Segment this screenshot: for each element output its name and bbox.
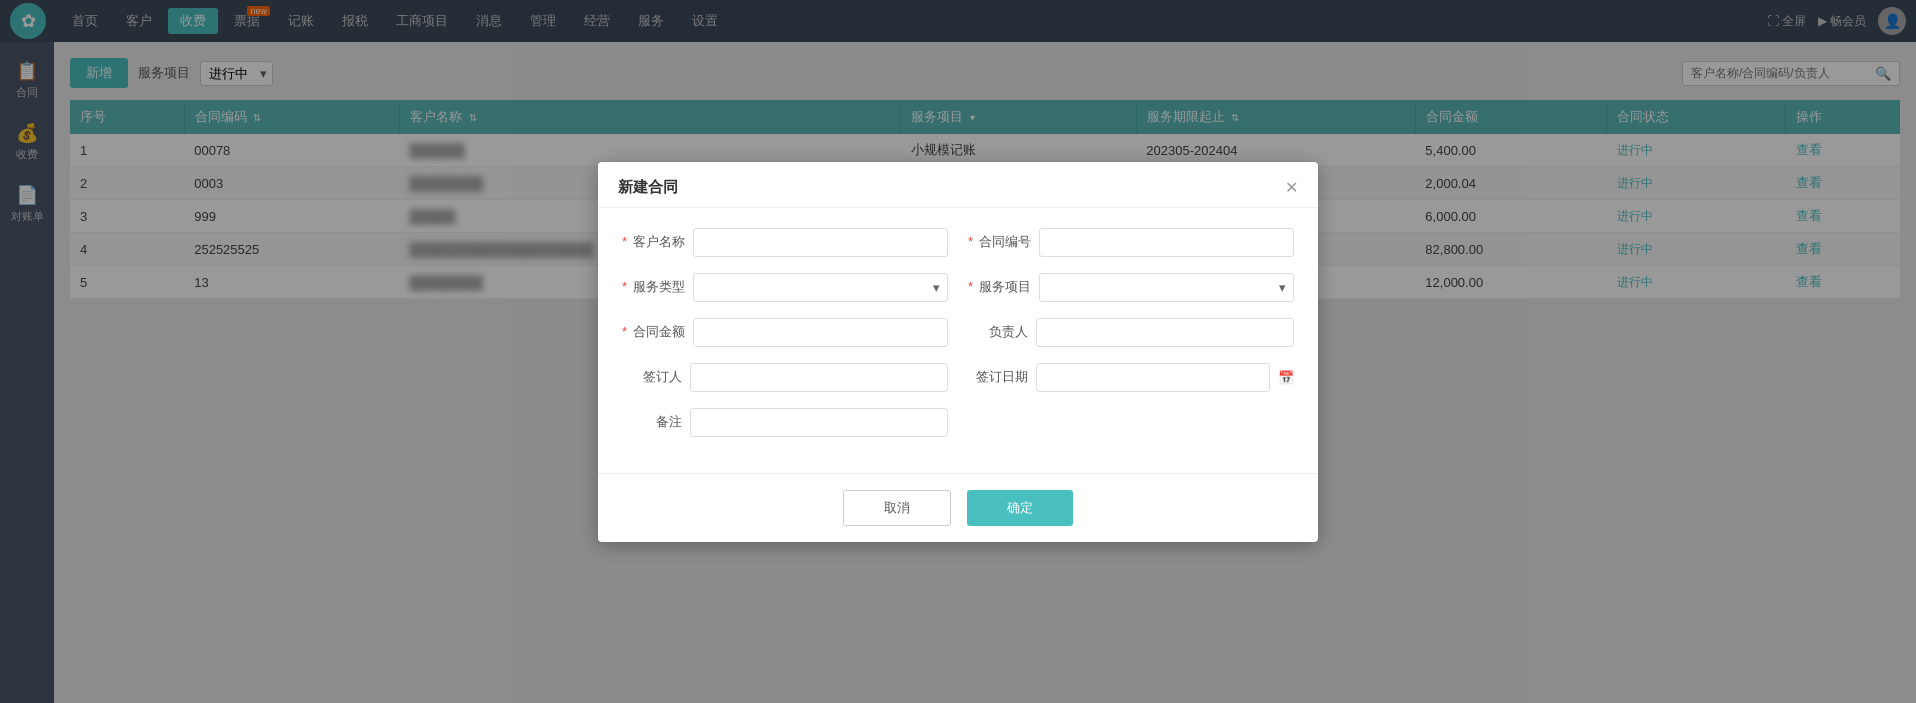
service-item-select-wrapper [1039,273,1294,302]
amount-input[interactable]: 0.00 [693,318,948,347]
form-row-5: 备注 [622,408,1294,437]
form-row-3: * 合同金额 0.00 负责人 [622,318,1294,347]
form-row-4: 签订人 签订日期 2023-06-06 📅 [622,363,1294,392]
sign-date-label: 签订日期 [968,368,1028,386]
new-contract-modal: 新建合同 ✕ * 客户名称 * 合同编号 [598,162,1318,542]
contract-no-input[interactable] [1039,228,1294,257]
field-contract-no: * 合同编号 [968,228,1294,257]
remark-input[interactable] [690,408,948,437]
confirm-button[interactable]: 确定 [967,490,1073,526]
amount-label: * 合同金额 [622,323,685,341]
sign-date-input[interactable]: 2023-06-06 [1036,363,1270,392]
modal-body: * 客户名称 * 合同编号 * 服 [598,208,1318,473]
field-signer: 签订人 [622,363,948,392]
form-row-1: * 客户名称 * 合同编号 [622,228,1294,257]
field-responsible: 负责人 [968,318,1294,347]
service-type-select[interactable] [693,273,948,302]
modal-footer: 取消 确定 [598,473,1318,542]
service-item-label: * 服务项目 [968,278,1031,296]
field-amount: * 合同金额 0.00 [622,318,948,347]
service-type-label: * 服务类型 [622,278,685,296]
responsible-input[interactable] [1036,318,1294,347]
form-row-2: * 服务类型 * 服务项目 [622,273,1294,302]
field-sign-date: 签订日期 2023-06-06 📅 [968,363,1294,392]
modal-overlay: 新建合同 ✕ * 客户名称 * 合同编号 [0,0,1916,703]
calendar-icon[interactable]: 📅 [1278,370,1294,385]
field-client-name: * 客户名称 [622,228,948,257]
contract-no-label: * 合同编号 [968,233,1031,251]
client-name-label: * 客户名称 [622,233,685,251]
field-service-item: * 服务项目 [968,273,1294,302]
signer-input[interactable] [690,363,948,392]
modal-header: 新建合同 ✕ [598,162,1318,208]
signer-label: 签订人 [622,368,682,386]
service-type-select-wrapper [693,273,948,302]
modal-close-button[interactable]: ✕ [1285,178,1298,197]
field-service-type: * 服务类型 [622,273,948,302]
responsible-label: 负责人 [968,323,1028,341]
remark-label: 备注 [622,413,682,431]
modal-title: 新建合同 [618,178,678,197]
client-name-input[interactable] [693,228,948,257]
field-remark: 备注 [622,408,948,437]
service-item-select[interactable] [1039,273,1294,302]
cancel-button[interactable]: 取消 [843,490,951,526]
